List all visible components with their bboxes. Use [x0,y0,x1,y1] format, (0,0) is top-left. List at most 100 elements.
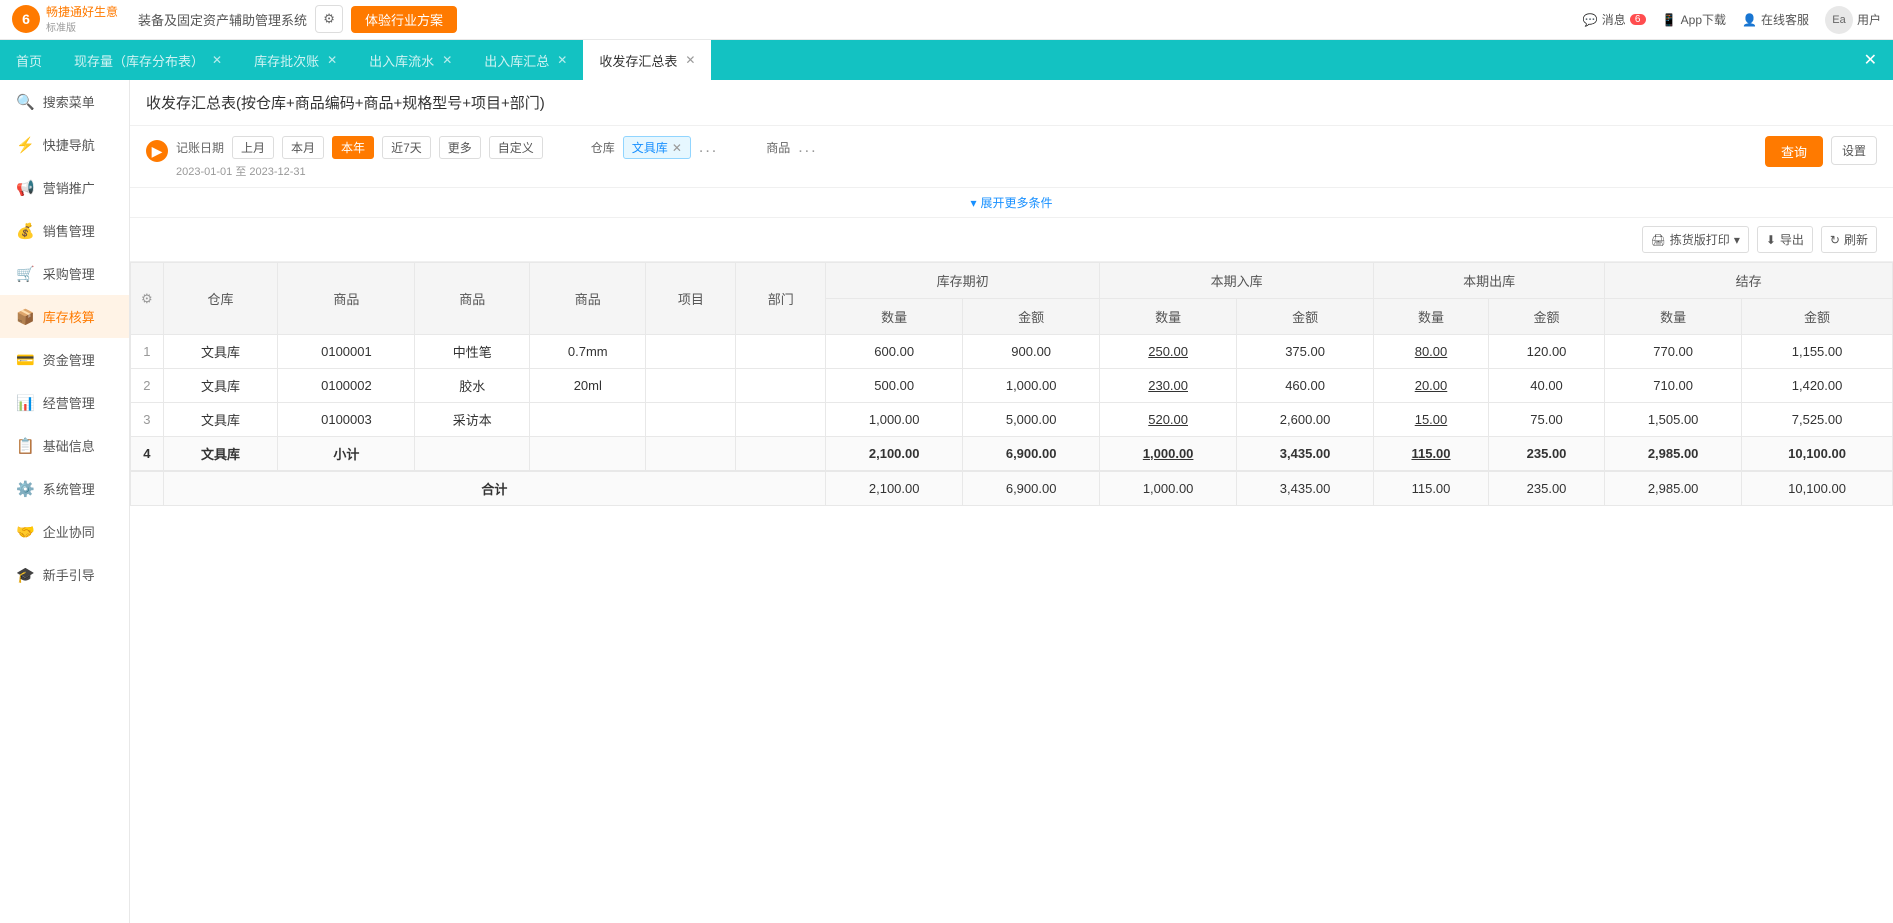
sidebar-item-inventory[interactable]: 📦 库存核算 [0,295,129,338]
notification-label: 消息 [1602,11,1626,28]
sidebar-item-search[interactable]: 🔍 搜索菜单 [0,80,129,123]
row1-out-qty[interactable]: 80.00 [1374,335,1489,369]
query-button[interactable]: 查询 [1765,136,1823,167]
date-btn-custom[interactable]: 自定义 [489,136,543,159]
date-btn-this-month[interactable]: 本月 [282,136,324,159]
date-btn-more[interactable]: 更多 [439,136,481,159]
subtotal-in-qty[interactable]: 1,000.00 [1100,437,1237,472]
tab-stock-label: 现存量（库存分布表） [74,51,204,70]
date-label: 记账日期 [176,139,224,156]
warehouse-tag[interactable]: 文具库 ✕ [623,136,691,159]
tab-stock[interactable]: 现存量（库存分布表） ✕ [58,40,238,80]
th-in-qty: 数量 [1100,299,1237,335]
refresh-label: 刷新 [1844,231,1868,248]
app-subtitle: 标准版 [46,19,118,34]
date-btn-7days[interactable]: 近7天 [382,136,431,159]
tabbar-close-icon[interactable]: ✕ [1848,50,1893,70]
date-btn-this-year[interactable]: 本年 [332,136,374,159]
th-gear[interactable]: ⚙ [131,263,164,335]
row1-goods-code: 0100001 [278,335,415,369]
sidebar-item-guide[interactable]: 🎓 新手引导 [0,553,129,596]
export-button[interactable]: ⬇ 导出 [1757,226,1813,253]
collab-icon: 🤝 [16,523,35,541]
notification-action[interactable]: 💬 消息 6 [1583,11,1646,28]
online-service-action[interactable]: 👤 在线客服 [1742,11,1809,28]
sidebar-item-basic[interactable]: 📋 基础信息 [0,424,129,467]
goods-more-button[interactable]: ... [798,139,817,157]
warehouse-tag-text: 文具库 [632,139,668,156]
filter-fields: 记账日期 上月 本月 本年 近7天 更多 自定义 仓库 文具库 ✕ ... 商品 [176,136,1757,187]
total-out-qty: 115.00 [1374,471,1489,506]
sidebar-item-sales[interactable]: 💰 销售管理 [0,209,129,252]
row2-in-qty[interactable]: 230.00 [1100,369,1237,403]
inventory-icon: 📦 [16,308,35,326]
sidebar-item-operation[interactable]: 📊 经营管理 [0,381,129,424]
subtotal-opening-qty: 2,100.00 [826,437,963,472]
logo-icon: 6 [12,5,40,33]
trial-button[interactable]: 体验行业方案 [351,6,457,33]
total-in-amt: 3,435.00 [1237,471,1374,506]
sidebar-item-finance[interactable]: 💳 资金管理 [0,338,129,381]
filter-toggle-button[interactable]: ▶ [146,140,168,162]
subtotal-out-qty[interactable]: 115.00 [1374,437,1489,472]
settings-gear-icon[interactable]: ⚙ [315,5,343,33]
app-download-action[interactable]: 📱 App下载 [1662,11,1726,28]
purchase-icon: 🛒 [16,265,35,283]
sidebar-item-collab[interactable]: 🤝 企业协同 [0,510,129,553]
tab-stock-close-icon[interactable]: ✕ [212,53,222,67]
tab-inout-flow-close-icon[interactable]: ✕ [442,53,452,67]
sidebar-item-system[interactable]: ⚙️ 系统管理 [0,467,129,510]
th-closing-qty: 数量 [1605,299,1742,335]
row3-out-qty[interactable]: 15.00 [1374,403,1489,437]
user-avatar: Ea [1825,6,1853,34]
warehouse-more-button[interactable]: ... [699,139,718,157]
tab-recv-send-close-icon[interactable]: ✕ [685,53,695,67]
row2-out-qty[interactable]: 20.00 [1374,369,1489,403]
tab-inout-summary-close-icon[interactable]: ✕ [557,53,567,67]
row1-seq: 1 [131,335,164,369]
row1-warehouse: 文具库 [163,335,278,369]
sidebar-marketing-label: 营销推广 [43,178,95,197]
online-service-label: 在线客服 [1761,11,1809,28]
th-warehouse: 仓库 [163,263,278,335]
row1-project [646,335,736,369]
system-title: 装备及固定资产辅助管理系统 [138,10,307,29]
print-button[interactable]: 🖨 拣货版打印 ▾ [1642,226,1749,253]
main-layout: 🔍 搜索菜单 ⚡ 快捷导航 📢 营销推广 💰 销售管理 🛒 采购管理 📦 库存核… [0,80,1893,923]
filter-row-1: 记账日期 上月 本月 本年 近7天 更多 自定义 仓库 文具库 ✕ ... 商品 [176,136,1757,159]
sidebar-item-quick[interactable]: ⚡ 快捷导航 [0,123,129,166]
tab-home[interactable]: 首页 [0,40,58,80]
expand-conditions-button[interactable]: ▾ 展开更多条件 [970,194,1052,211]
total-opening-qty: 2,100.00 [826,471,963,506]
th-closing-amt: 金额 [1742,299,1893,335]
table-toolbar: 🖨 拣货版打印 ▾ ⬇ 导出 ↻ 刷新 [130,218,1893,262]
sidebar-item-marketing[interactable]: 📢 营销推广 [0,166,129,209]
row1-in-qty[interactable]: 250.00 [1100,335,1237,369]
row1-out-amt: 120.00 [1488,335,1604,369]
sidebar-item-purchase[interactable]: 🛒 采购管理 [0,252,129,295]
table-row: 1 文具库 0100001 中性笔 0.7mm 600.00 900.00 25… [131,335,1893,369]
row3-goods-name: 采访本 [415,403,530,437]
filter-settings-button[interactable]: 设置 [1831,136,1877,165]
row3-goods-code: 0100003 [278,403,415,437]
refresh-button[interactable]: ↻ 刷新 [1821,226,1877,253]
row3-project [646,403,736,437]
row2-in-amt: 460.00 [1237,369,1374,403]
tab-recv-send[interactable]: 收发存汇总表 ✕ [583,40,711,80]
row2-out-amt: 40.00 [1488,369,1604,403]
col-gear-icon[interactable]: ⚙ [141,291,153,306]
tab-batch-close-icon[interactable]: ✕ [327,53,337,67]
top-bar: 6 畅捷通好生意 标准版 装备及固定资产辅助管理系统 ⚙ 体验行业方案 💬 消息… [0,0,1893,40]
sidebar-inventory-label: 库存核算 [43,307,95,326]
tab-batch[interactable]: 库存批次账 ✕ [238,40,353,80]
print-icon: 🖨 [1651,233,1666,247]
th-goods-name: 商品 [415,263,530,335]
subtotal-warehouse: 文具库 [163,437,278,472]
tab-inout-flow[interactable]: 出入库流水 ✕ [353,40,468,80]
date-btn-last-month[interactable]: 上月 [232,136,274,159]
warehouse-tag-close-icon[interactable]: ✕ [672,141,682,155]
operation-icon: 📊 [16,394,35,412]
row3-in-qty[interactable]: 520.00 [1100,403,1237,437]
tab-inout-summary[interactable]: 出入库汇总 ✕ [468,40,583,80]
user-action[interactable]: Ea 用户 [1825,6,1881,34]
